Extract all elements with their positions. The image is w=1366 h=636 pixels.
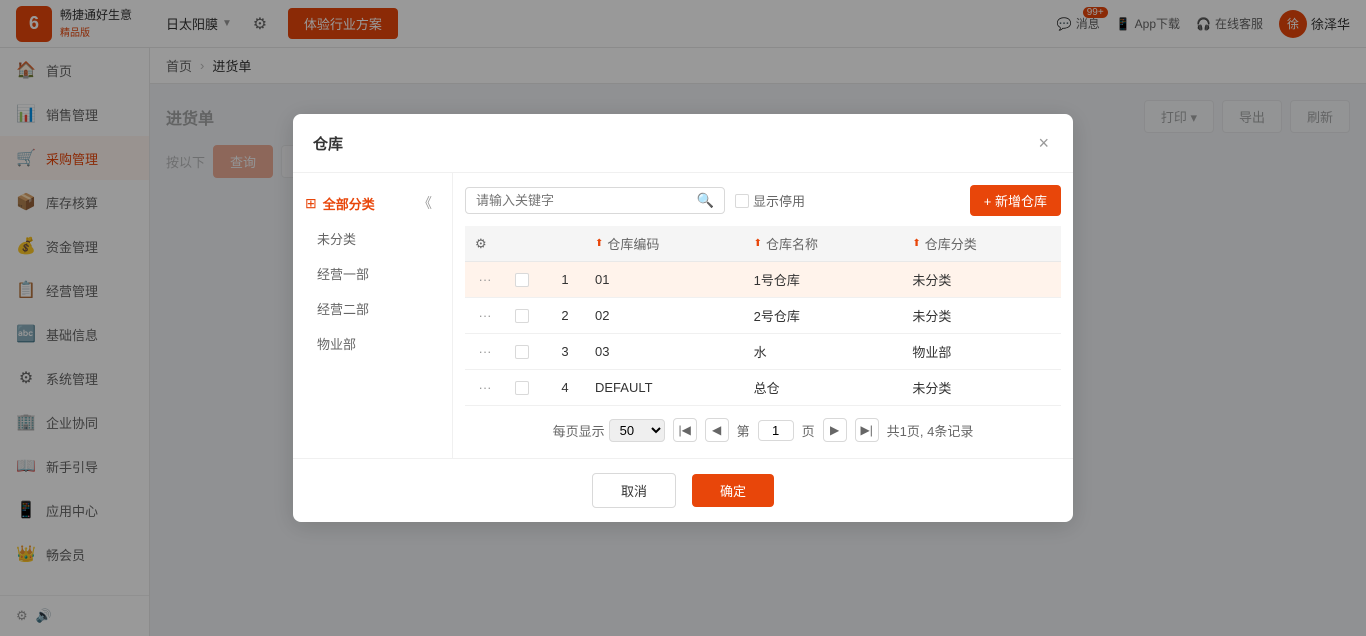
category-item-uncat[interactable]: 未分类 (293, 221, 452, 256)
page-unit: 页 (802, 421, 815, 440)
cancel-button[interactable]: 取消 (592, 473, 676, 508)
warehouse-table: ⚙ ⬆ 仓库编码 ⬆ (465, 226, 1061, 406)
category-item-dept1[interactable]: 经营一部 (293, 256, 452, 291)
page-label: 第 (737, 421, 750, 440)
category-all-header[interactable]: ⊞ 全部分类 《 (293, 185, 452, 221)
per-page-selector: 每页显示 50 100 (553, 419, 665, 442)
row-checkbox[interactable] (515, 309, 529, 323)
col-header-name[interactable]: ⬆ 仓库名称 (744, 226, 903, 262)
confirm-button[interactable]: 确定 (692, 474, 774, 507)
sort-icon-name: ⬆ (754, 238, 762, 249)
row-code-cell: DEFAULT (585, 370, 744, 406)
col-header-check (505, 226, 545, 262)
row-category-cell: 物业部 (902, 334, 1061, 370)
row-action-cell[interactable]: ··· (465, 298, 505, 334)
search-input[interactable] (476, 193, 697, 208)
row-num-cell: 1 (545, 262, 585, 298)
dialog-title: 仓库 (313, 133, 343, 154)
row-check-cell[interactable] (505, 370, 545, 406)
sort-icon-category: ⬆ (912, 238, 920, 249)
page-last-button[interactable]: ▶| (855, 418, 879, 442)
page-next-button[interactable]: ▶ (823, 418, 847, 442)
add-warehouse-button[interactable]: + 新增仓库 (970, 185, 1061, 216)
page-prev-button[interactable]: ◀ (705, 418, 729, 442)
table-panel: 🔍 显示停用 + 新增仓库 ⚙ (453, 173, 1073, 458)
row-name-cell: 水 (744, 334, 903, 370)
row-checkbox[interactable] (515, 273, 529, 287)
row-check-cell[interactable] (505, 334, 545, 370)
show-disabled-checkbox[interactable] (735, 194, 749, 208)
category-panel: ⊞ 全部分类 《 未分类 经营一部 经营二部 物业部 (293, 173, 453, 458)
row-name-cell: 总仓 (744, 370, 903, 406)
row-num-cell: 2 (545, 298, 585, 334)
table-row[interactable]: ··· 2 02 2号仓库 未分类 (465, 298, 1061, 334)
row-name-cell: 1号仓库 (744, 262, 903, 298)
search-box: 🔍 (465, 187, 725, 214)
row-more-icon[interactable]: ··· (479, 380, 492, 395)
col-header-settings[interactable]: ⚙ (465, 226, 505, 262)
row-check-cell[interactable] (505, 262, 545, 298)
pagination: 每页显示 50 100 |◀ ◀ 第 页 ▶ ▶| 共1页, 4条记录 (465, 406, 1061, 446)
col-header-category[interactable]: ⬆ 仓库分类 (902, 226, 1061, 262)
per-page-select[interactable]: 50 100 (609, 419, 665, 442)
dialog-body: ⊞ 全部分类 《 未分类 经营一部 经营二部 物业部 🔍 (293, 173, 1073, 458)
warehouse-dialog: 仓库 × ⊞ 全部分类 《 未分类 经营一部 经营二部 物业部 (293, 114, 1073, 522)
sort-icon-code: ⬆ (595, 238, 603, 249)
page-first-button[interactable]: |◀ (673, 418, 697, 442)
search-icon[interactable]: 🔍 (697, 192, 714, 209)
page-input[interactable] (758, 420, 794, 441)
table-toolbar: 🔍 显示停用 + 新增仓库 (465, 185, 1061, 216)
row-code-cell: 01 (585, 262, 744, 298)
row-checkbox[interactable] (515, 381, 529, 395)
row-checkbox[interactable] (515, 345, 529, 359)
category-all-label: 全部分类 (323, 194, 375, 213)
table-row[interactable]: ··· 1 01 1号仓库 未分类 (465, 262, 1061, 298)
row-more-icon[interactable]: ··· (479, 272, 492, 287)
row-category-cell: 未分类 (902, 370, 1061, 406)
dialog-header: 仓库 × (293, 114, 1073, 173)
col-header-code[interactable]: ⬆ 仓库编码 (585, 226, 744, 262)
row-action-cell[interactable]: ··· (465, 370, 505, 406)
row-action-cell[interactable]: ··· (465, 262, 505, 298)
show-disabled-label[interactable]: 显示停用 (735, 191, 805, 210)
row-category-cell: 未分类 (902, 298, 1061, 334)
dialog-footer: 取消 确定 (293, 458, 1073, 522)
grid-icon: ⊞ (305, 195, 317, 212)
row-action-cell[interactable]: ··· (465, 334, 505, 370)
table-row[interactable]: ··· 3 03 水 物业部 (465, 334, 1061, 370)
col-header-num (545, 226, 585, 262)
row-more-icon[interactable]: ··· (479, 344, 492, 359)
row-more-icon[interactable]: ··· (479, 308, 492, 323)
per-page-label: 每页显示 (553, 421, 605, 440)
row-category-cell: 未分类 (902, 262, 1061, 298)
row-num-cell: 4 (545, 370, 585, 406)
table-row[interactable]: ··· 4 DEFAULT 总仓 未分类 (465, 370, 1061, 406)
category-item-dept2[interactable]: 经营二部 (293, 291, 452, 326)
category-item-property[interactable]: 物业部 (293, 326, 452, 361)
row-num-cell: 3 (545, 334, 585, 370)
row-code-cell: 03 (585, 334, 744, 370)
row-check-cell[interactable] (505, 298, 545, 334)
page-total: 共1页, 4条记录 (887, 421, 974, 440)
row-code-cell: 02 (585, 298, 744, 334)
modal-overlay: 仓库 × ⊞ 全部分类 《 未分类 经营一部 经营二部 物业部 (0, 0, 1366, 636)
collapse-button[interactable]: 《 (414, 193, 436, 213)
dialog-close-button[interactable]: × (1034, 130, 1053, 156)
row-name-cell: 2号仓库 (744, 298, 903, 334)
